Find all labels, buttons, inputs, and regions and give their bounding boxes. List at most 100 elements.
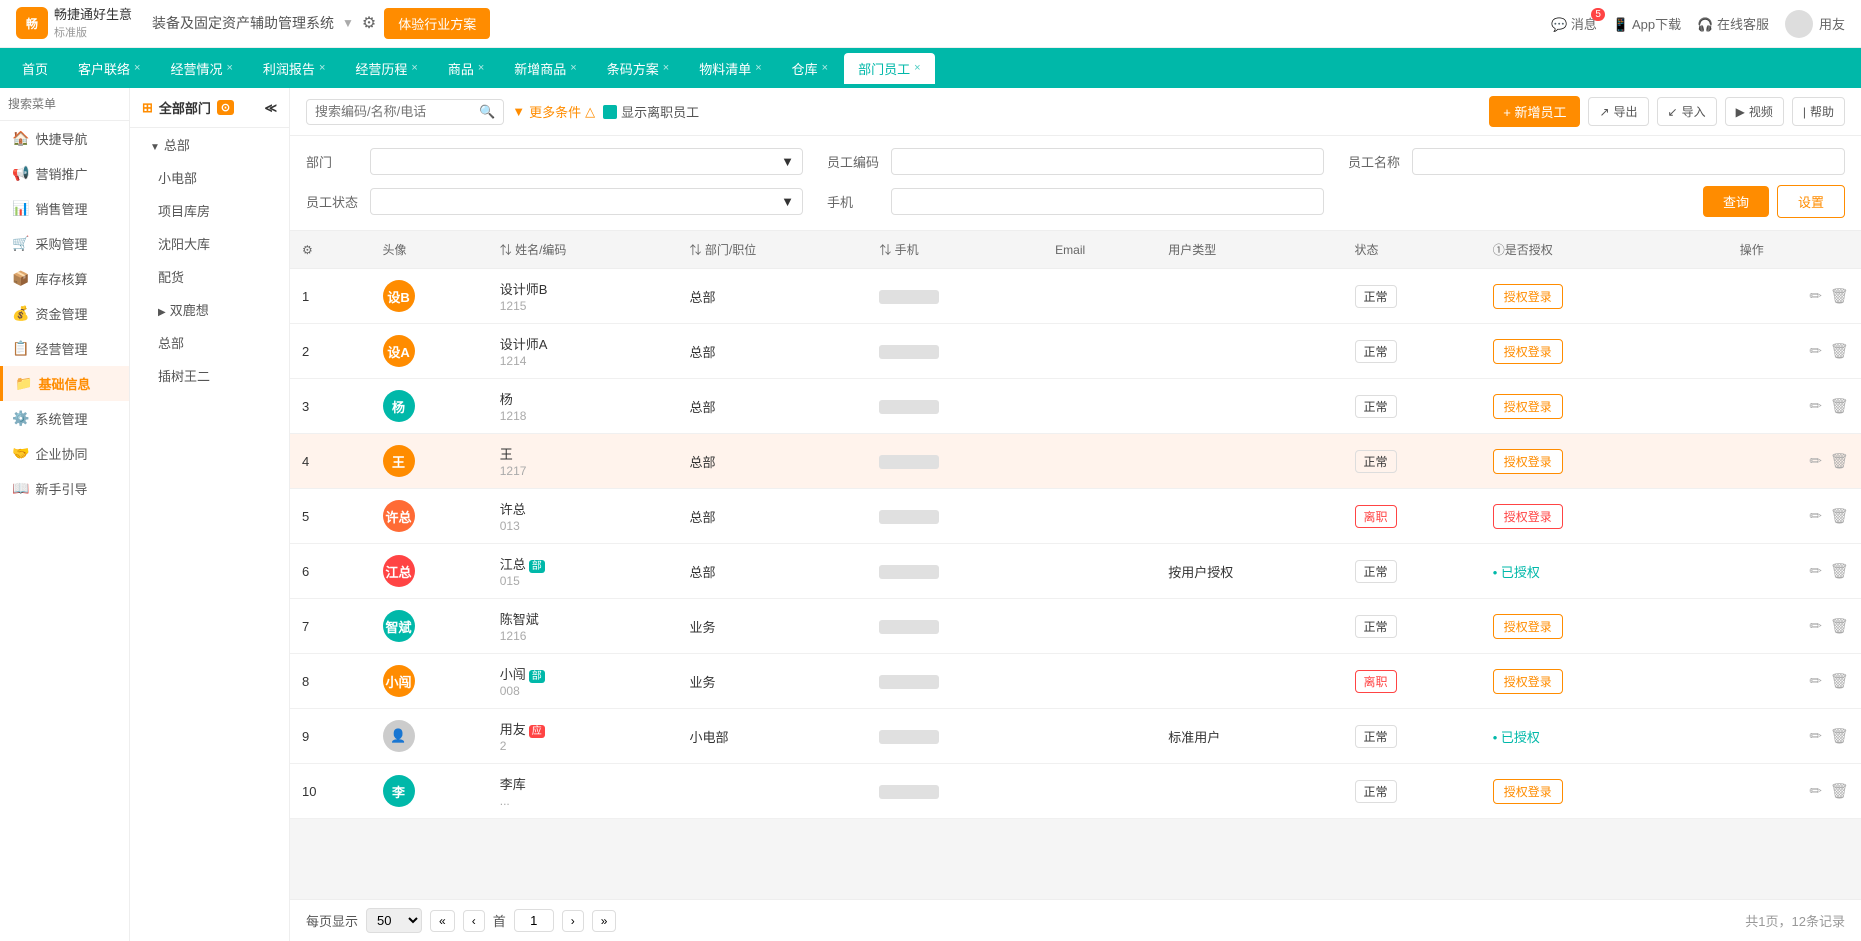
last-page-button[interactable]: » xyxy=(592,910,617,932)
delete-button[interactable]: 🗑 xyxy=(1830,342,1849,360)
nav-tab-add-goods[interactable]: 新增商品 × xyxy=(500,53,590,84)
sidebar-item-basic[interactable]: 📁基础信息 xyxy=(0,366,129,401)
dept-item-zongbu[interactable]: 总部 xyxy=(130,326,289,359)
col-name[interactable]: ⇅ 姓名/编码 xyxy=(488,231,678,269)
dept-item-head[interactable]: ▼总部 xyxy=(130,128,289,161)
empcode-input[interactable] xyxy=(891,148,1324,175)
close-icon[interactable]: × xyxy=(755,62,761,74)
app-download-button[interactable]: 📱 App下载 xyxy=(1613,14,1681,33)
sidebar-item-inventory[interactable]: 📦库存核算 xyxy=(0,261,129,296)
nav-tab-operations[interactable]: 经营情况 × xyxy=(156,53,246,84)
edit-button[interactable]: ✏ xyxy=(1809,562,1822,580)
delete-button[interactable]: 🗑 xyxy=(1830,617,1849,635)
edit-button[interactable]: ✏ xyxy=(1809,782,1822,800)
auth-login-button[interactable]: 授权登录 xyxy=(1493,779,1563,804)
show-resigned-toggle[interactable]: 显示离职员工 xyxy=(603,102,699,121)
delete-button[interactable]: 🗑 xyxy=(1830,727,1849,745)
nav-tab-goods[interactable]: 商品 × xyxy=(434,53,498,84)
video-button[interactable]: ▶ 视频 xyxy=(1725,97,1784,126)
nav-tab-history[interactable]: 经营历程 × xyxy=(341,53,431,84)
edit-button[interactable]: ✏ xyxy=(1809,617,1822,635)
close-icon[interactable]: × xyxy=(226,62,232,74)
sidebar-item-purchase[interactable]: 🛒采购管理 xyxy=(0,226,129,261)
search-icon[interactable]: 🔍 xyxy=(479,104,495,120)
close-icon[interactable]: × xyxy=(663,62,669,74)
page-size-select[interactable]: 50 20 100 xyxy=(366,908,422,933)
nav-tab-profit[interactable]: 利润报告 × xyxy=(249,53,339,84)
message-button[interactable]: 💬 消息 5 xyxy=(1551,14,1597,33)
edit-button[interactable]: ✏ xyxy=(1809,672,1822,690)
import-button[interactable]: ↙ 导入 xyxy=(1657,97,1717,126)
sidebar-item-quicknav[interactable]: 🏠快捷导航 xyxy=(0,121,129,156)
delete-button[interactable]: 🗑 xyxy=(1830,782,1849,800)
nav-tab-dept-staff[interactable]: 部门员工 × xyxy=(844,53,934,84)
delete-button[interactable]: 🗑 xyxy=(1830,672,1849,690)
close-icon[interactable]: × xyxy=(914,62,920,74)
auth-login-button[interactable]: 授权登录 xyxy=(1493,339,1563,364)
dept-select[interactable]: ▼ xyxy=(370,148,803,175)
edit-button[interactable]: ✏ xyxy=(1809,397,1822,415)
delete-button[interactable]: 🗑 xyxy=(1830,507,1849,525)
col-dept[interactable]: ⇅ 部门/职位 xyxy=(678,231,868,269)
auth-login-button[interactable]: 授权登录 xyxy=(1493,614,1563,639)
dept-item-chashuwang[interactable]: 插树王二 xyxy=(130,359,289,392)
sidebar-item-finance[interactable]: 💰资金管理 xyxy=(0,296,129,331)
nav-tab-warehouse[interactable]: 仓库 × xyxy=(778,53,842,84)
close-icon[interactable]: × xyxy=(822,62,828,74)
dept-item-shuanglu[interactable]: ▶双鹿想 xyxy=(130,293,289,326)
close-icon[interactable]: × xyxy=(319,62,325,74)
add-employee-button[interactable]: + 新增员工 xyxy=(1489,96,1580,127)
phone-input[interactable] xyxy=(891,188,1324,215)
dept-collapse-icon[interactable]: ≪ xyxy=(264,101,277,115)
close-icon[interactable]: × xyxy=(134,62,140,74)
more-filter-button[interactable]: ▼ 更多条件 △ xyxy=(512,102,595,121)
online-service-button[interactable]: 🎧 在线客服 xyxy=(1697,14,1769,33)
auth-login-button[interactable]: 授权登录 xyxy=(1493,669,1563,694)
nav-tab-customer[interactable]: 客户联络 × xyxy=(64,53,154,84)
delete-button[interactable]: 🗑 xyxy=(1830,397,1849,415)
status-select[interactable]: ▼ xyxy=(370,188,803,215)
sidebar-item-collab[interactable]: 🤝企业协同 xyxy=(0,436,129,471)
delete-button[interactable]: 🗑 xyxy=(1830,452,1849,470)
prev-page-button[interactable]: ‹ xyxy=(463,910,485,932)
dept-item-xiangmu[interactable]: 项目库房 xyxy=(130,194,289,227)
sidebar-item-sales[interactable]: 📊销售管理 xyxy=(0,191,129,226)
set-button[interactable]: 设置 xyxy=(1777,185,1845,218)
first-page-button[interactable]: « xyxy=(430,910,455,932)
empname-input[interactable] xyxy=(1412,148,1845,175)
sidebar-search-input[interactable] xyxy=(8,97,130,111)
sidebar-item-system[interactable]: ⚙️系统管理 xyxy=(0,401,129,436)
edit-button[interactable]: ✏ xyxy=(1809,342,1822,360)
search-input[interactable] xyxy=(315,104,475,119)
settings-button[interactable]: ⚙ xyxy=(362,13,376,33)
auth-login-button[interactable]: 授权登录 xyxy=(1493,394,1563,419)
sidebar-item-guide[interactable]: 📖新手引导 xyxy=(0,471,129,506)
auth-login-button[interactable]: 授权登录 xyxy=(1493,504,1563,529)
user-area[interactable]: 用友 xyxy=(1785,10,1845,38)
edit-button[interactable]: ✏ xyxy=(1809,727,1822,745)
auth-login-button[interactable]: 授权登录 xyxy=(1493,284,1563,309)
dept-item-peihuo[interactable]: 配货 xyxy=(130,260,289,293)
auth-login-button[interactable]: 授权登录 xyxy=(1493,449,1563,474)
delete-button[interactable]: 🗑 xyxy=(1830,287,1849,305)
nav-tab-home[interactable]: 首页 xyxy=(8,53,62,84)
sidebar-item-management[interactable]: 📋经营管理 xyxy=(0,331,129,366)
page-input[interactable] xyxy=(514,909,554,932)
trial-button[interactable]: 体验行业方案 xyxy=(384,8,490,39)
nav-tab-barcode[interactable]: 条码方案 × xyxy=(593,53,683,84)
dept-item-xiaodian[interactable]: 小电部 xyxy=(130,161,289,194)
nav-tab-bom[interactable]: 物料清单 × xyxy=(685,53,775,84)
edit-button[interactable]: ✏ xyxy=(1809,452,1822,470)
edit-button[interactable]: ✏ xyxy=(1809,507,1822,525)
col-phone[interactable]: ⇅ 手机 xyxy=(867,231,1043,269)
col-settings[interactable]: ⚙ xyxy=(290,231,371,269)
next-page-button[interactable]: › xyxy=(562,910,584,932)
close-icon[interactable]: × xyxy=(411,62,417,74)
close-icon[interactable]: × xyxy=(478,62,484,74)
query-button[interactable]: 查询 xyxy=(1703,186,1769,217)
edit-button[interactable]: ✏ xyxy=(1809,287,1822,305)
export-button[interactable]: ↗ 导出 xyxy=(1588,97,1648,126)
dept-item-shenyang[interactable]: 沈阳大库 xyxy=(130,227,289,260)
delete-button[interactable]: 🗑 xyxy=(1830,562,1849,580)
help-button[interactable]: | 帮助 xyxy=(1792,97,1845,126)
